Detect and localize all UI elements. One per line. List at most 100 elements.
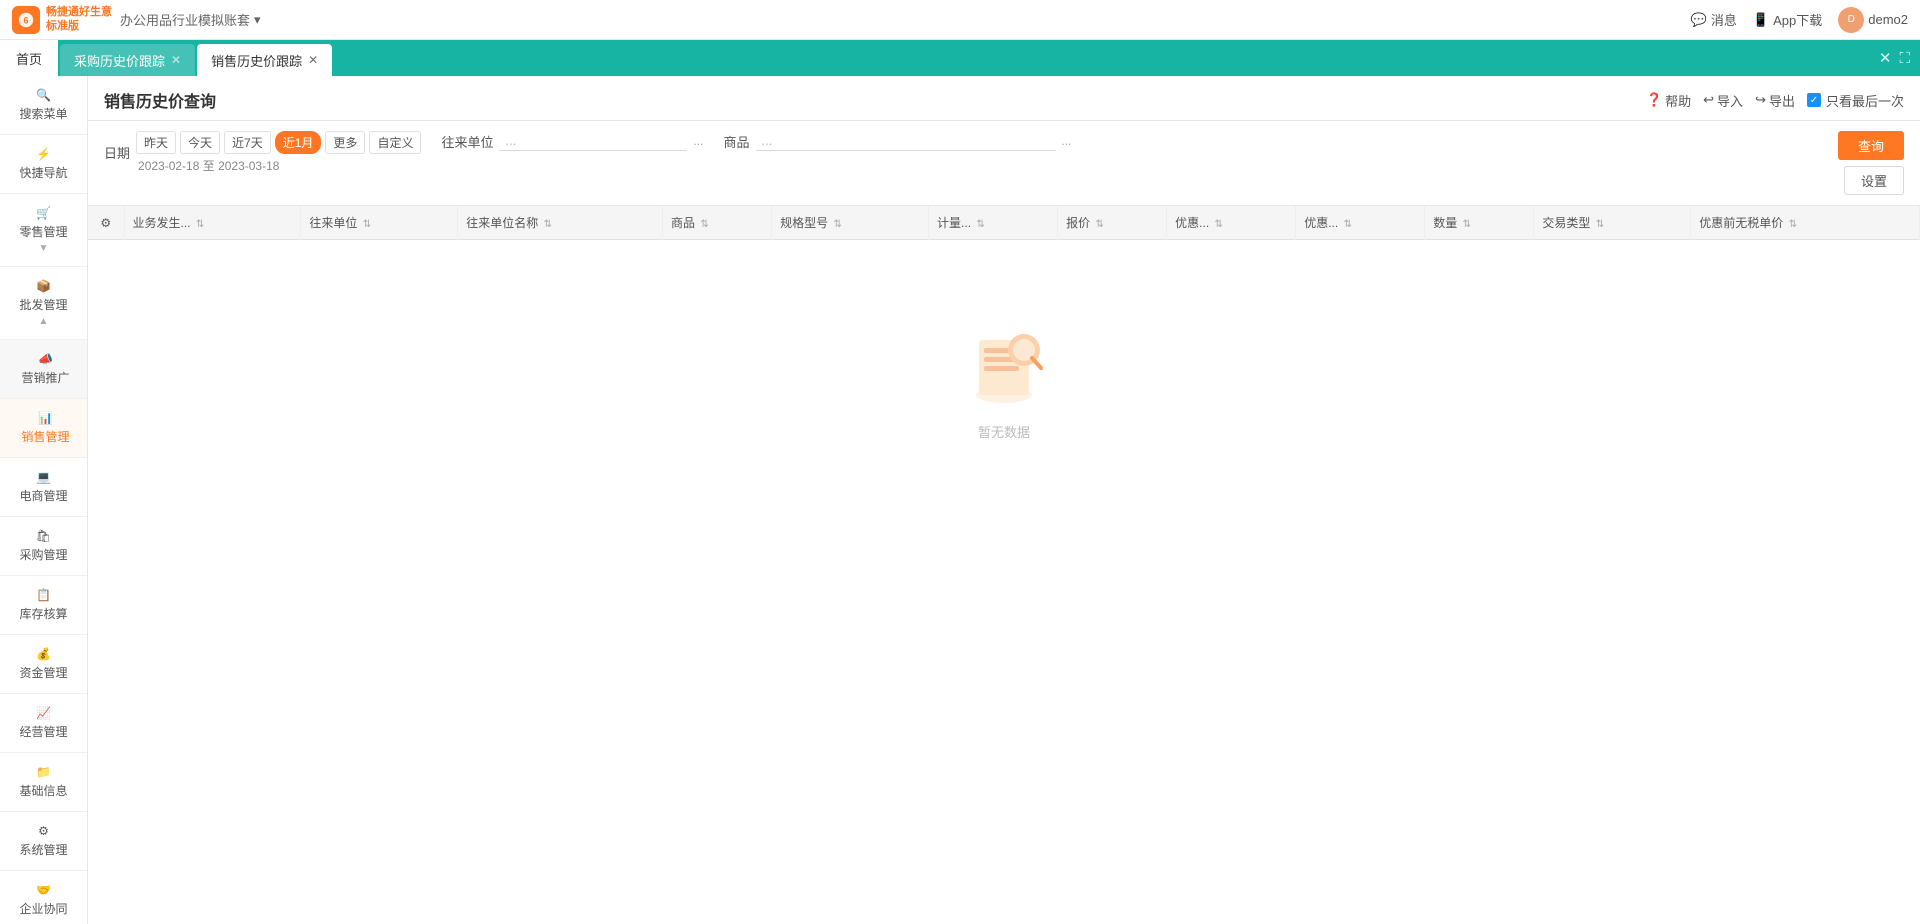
col-pretax-price[interactable]: 优惠前无税单价 ⇅	[1691, 206, 1920, 240]
product-ellipsis[interactable]: ...	[1062, 134, 1072, 148]
tab-sales-close[interactable]: ✕	[308, 53, 318, 67]
import-button[interactable]: ↩ 导入	[1703, 91, 1743, 110]
sidebar-item-collab[interactable]: 🤝 企业协同	[0, 871, 87, 924]
import-icon: ↩	[1703, 92, 1714, 108]
only-last-checkbox[interactable]: ✓	[1807, 93, 1821, 107]
sort-quantity-icon: ⇅	[1463, 219, 1471, 230]
tab-bar: 首页 采购历史价跟踪 ✕ 销售历史价跟踪 ✕ ✕ ⛶	[0, 40, 1920, 76]
date-btn-1month[interactable]: 近1月	[275, 131, 322, 154]
col-partner-name[interactable]: 往来单位名称 ⇅	[458, 206, 663, 240]
col-quote[interactable]: 报价 ⇅	[1058, 206, 1167, 240]
col-quantity[interactable]: 数量 ⇅	[1425, 206, 1534, 240]
product-filter-label: 商品	[723, 132, 749, 151]
tab-bar-right: ✕ ⛶	[1869, 40, 1920, 76]
partner-ellipsis[interactable]: ...	[693, 134, 703, 148]
product-input[interactable]	[756, 131, 1056, 151]
template-select[interactable]: 办公用品行业模拟账套 ▾	[120, 10, 261, 29]
app-icon: 📱	[1753, 12, 1769, 28]
date-buttons: 昨天 今天 近7天 近1月 更多 自定义	[136, 131, 421, 154]
tab-maximize-button[interactable]: ⛶	[1899, 50, 1910, 67]
only-last-checkbox-wrapper[interactable]: ✓ 只看最后一次	[1807, 91, 1904, 110]
sidebar-item-operations[interactable]: 📈 经营管理	[0, 694, 87, 753]
table-header: ⚙ 业务发生... ⇅ 往来单位 ⇅ 往来单位名称 ⇅	[88, 206, 1920, 240]
message-label: 消息	[1711, 10, 1737, 29]
sidebar-item-search[interactable]: 🔍 搜索菜单	[0, 76, 87, 135]
sort-date-icon: ⇅	[196, 219, 204, 230]
col-discount2[interactable]: 优惠... ⇅	[1296, 206, 1425, 240]
date-btn-more[interactable]: 更多	[325, 131, 365, 154]
header-left: 6 畅捷通好生意 标准版 办公用品行业模拟账套 ▾	[12, 6, 261, 34]
col-spec[interactable]: 规格型号 ⇅	[772, 206, 929, 240]
sidebar-label-search: 搜索菜单	[19, 105, 67, 122]
sidebar-item-basics[interactable]: 📁 基础信息	[0, 753, 87, 812]
sort-partner-name-icon: ⇅	[544, 219, 552, 230]
date-btn-yesterday[interactable]: 昨天	[136, 131, 176, 154]
help-label: 帮助	[1665, 91, 1691, 110]
sidebar-item-finance[interactable]: 💰 资金管理	[0, 635, 87, 694]
date-btn-today[interactable]: 今天	[180, 131, 220, 154]
empty-text: 暂无数据	[978, 422, 1030, 441]
col-trade-type[interactable]: 交易类型 ⇅	[1534, 206, 1691, 240]
collab-icon: 🤝	[36, 883, 51, 897]
top-header: 6 畅捷通好生意 标准版 办公用品行业模拟账套 ▾ 💬 消息 📱 App下载 D…	[0, 0, 1920, 40]
sidebar-item-retail[interactable]: 🛒 零售管理 ▼	[0, 194, 87, 267]
message-button[interactable]: 💬 消息	[1691, 10, 1737, 29]
sidebar-item-system[interactable]: ⚙ 系统管理	[0, 812, 87, 871]
system-icon: ⚙	[38, 824, 49, 838]
template-label: 办公用品行业模拟账套	[120, 10, 250, 29]
partner-filter-label: 往来单位	[441, 132, 493, 151]
sidebar-item-ecommerce[interactable]: 💻 电商管理	[0, 458, 87, 517]
ecommerce-icon: 💻	[36, 470, 51, 484]
col-product[interactable]: 商品 ⇅	[663, 206, 772, 240]
col-discount1[interactable]: 优惠... ⇅	[1167, 206, 1296, 240]
date-range-row: 昨天 今天 近7天 近1月 更多 自定义 2023-02-18 至 2023-0…	[136, 131, 421, 174]
sort-quote-icon: ⇅	[1095, 219, 1103, 230]
date-btn-7days[interactable]: 近7天	[224, 131, 271, 154]
sidebar-label-shortcuts: 快捷导航	[19, 164, 67, 181]
col-unit[interactable]: 计量... ⇅	[929, 206, 1058, 240]
export-button[interactable]: ↪ 导出	[1755, 91, 1795, 110]
sidebar-item-sales-mgmt[interactable]: 📊 销售管理	[0, 399, 87, 458]
query-button[interactable]: 查询	[1838, 131, 1904, 160]
sidebar-item-purchase[interactable]: 🛍 采购管理	[0, 517, 87, 576]
empty-state: 暂无数据	[88, 240, 1920, 521]
message-icon: 💬	[1691, 12, 1707, 28]
app-download-button[interactable]: 📱 App下载	[1753, 10, 1822, 29]
col-settings[interactable]: ⚙	[88, 206, 124, 240]
sidebar-item-marketing[interactable]: 📣 营销推广	[0, 340, 87, 399]
sidebar-label-operations: 经营管理	[19, 723, 67, 740]
avatar: D	[1838, 7, 1864, 33]
sidebar-item-inventory[interactable]: 📋 库存核算	[0, 576, 87, 635]
basics-icon: 📁	[36, 765, 51, 779]
col-date[interactable]: 业务发生... ⇅	[124, 206, 301, 240]
sort-discount2-icon: ⇅	[1344, 219, 1352, 230]
sales-mgmt-icon: 📊	[38, 411, 53, 425]
logo-text: 畅捷通好生意 标准版	[46, 6, 112, 32]
help-button[interactable]: ❓ 帮助	[1646, 91, 1691, 110]
svg-text:6: 6	[23, 15, 28, 25]
tab-purchase-label: 采购历史价跟踪	[74, 51, 165, 70]
tab-purchase-close[interactable]: ✕	[171, 53, 181, 67]
tab-purchase-history[interactable]: 采购历史价跟踪 ✕	[60, 44, 195, 76]
page-actions: ❓ 帮助 ↩ 导入 ↪ 导出 ✓ 只看最后一次	[1646, 91, 1904, 110]
sidebar-label-collab: 企业协同	[19, 900, 67, 917]
partner-input[interactable]	[499, 131, 687, 151]
help-icon: ❓	[1646, 92, 1662, 108]
marketing-icon: 📣	[38, 352, 53, 366]
sidebar-item-shortcuts[interactable]: ⚡ 快捷导航	[0, 135, 87, 194]
tab-sales-history[interactable]: 销售历史价跟踪 ✕	[197, 44, 332, 76]
logo-area: 6 畅捷通好生意 标准版	[12, 6, 112, 34]
partner-filter: 往来单位 ...	[441, 131, 703, 151]
sort-unit-icon: ⇅	[976, 219, 984, 230]
sidebar-item-wholesale[interactable]: 📦 批发管理 ▲	[0, 267, 87, 340]
tab-home[interactable]: 首页	[0, 40, 58, 76]
user-menu[interactable]: D demo2	[1838, 7, 1908, 33]
settings-button[interactable]: 设置	[1844, 166, 1904, 195]
sort-trade-type-icon: ⇅	[1596, 219, 1604, 230]
sidebar-label-marketing: 营销推广	[21, 369, 69, 386]
date-btn-custom[interactable]: 自定义	[369, 131, 421, 154]
sidebar-label-basics: 基础信息	[19, 782, 67, 799]
col-partner-code[interactable]: 往来单位 ⇅	[301, 206, 458, 240]
export-icon: ↪	[1755, 92, 1766, 108]
tab-close-all-button[interactable]: ✕	[1879, 49, 1892, 67]
